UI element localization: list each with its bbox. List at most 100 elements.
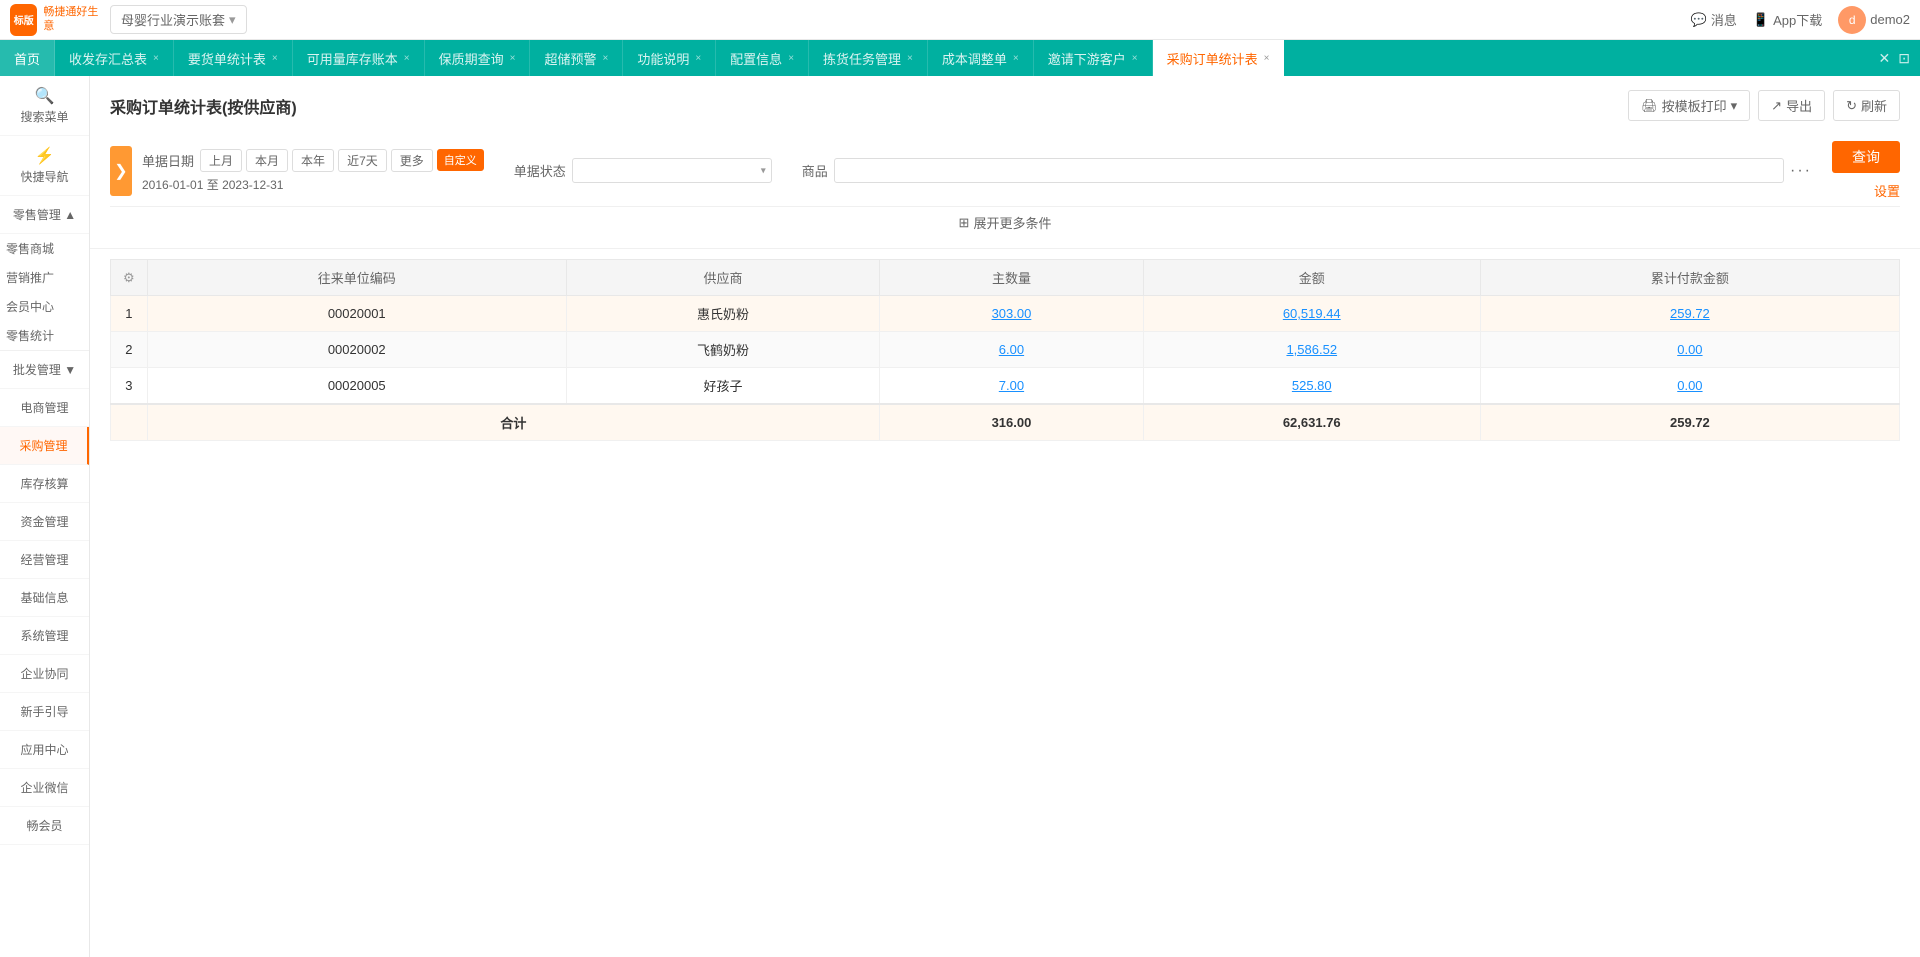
print-btn[interactable]: 🖨 按模板打印 ▾ (1628, 90, 1750, 121)
col-settings: ⚙ (111, 260, 148, 296)
sidebar-item-purchase[interactable]: 采购管理 (0, 427, 89, 465)
date-btn-this-year[interactable]: 本年 (292, 149, 334, 172)
tab-picking-task-close[interactable]: × (907, 53, 913, 64)
refresh-label: 刷新 (1861, 96, 1887, 115)
tab-picking-task-label: 拣货任务管理 (823, 49, 901, 68)
date-btn-more[interactable]: 更多 (391, 149, 433, 172)
logo-area: 标版 畅捷通好生意 (10, 4, 100, 36)
date-btn-custom[interactable]: 自定义 (437, 149, 484, 171)
sidebar-item-app-center[interactable]: 应用中心 (0, 731, 89, 769)
tab-cost-adjust[interactable]: 成本调整单 × (928, 40, 1034, 76)
sidebar-item-vip[interactable]: 畅会员 (0, 807, 89, 845)
qty-link-1[interactable]: 303.00 (992, 306, 1032, 321)
settings-link[interactable]: 设置 (1832, 181, 1900, 200)
tab-invite-downstream-close[interactable]: × (1132, 53, 1138, 64)
tab-cost-adjust-close[interactable]: × (1013, 53, 1019, 64)
tab-purchase-summary-label: 要货单统计表 (188, 49, 266, 68)
logo-icon: 标版 (10, 4, 37, 36)
date-btn-this-month[interactable]: 本月 (246, 149, 288, 172)
sidebar-item-sys-mgmt[interactable]: 系统管理 (0, 617, 89, 655)
paid-link-3[interactable]: 0.00 (1677, 378, 1702, 393)
tab-purchase-order-summary-close[interactable]: × (1264, 53, 1270, 64)
sidebar-sub-retail-mall[interactable]: 零售商城 (0, 234, 89, 263)
sidebar-item-enterprise-collab[interactable]: 企业协同 (0, 655, 89, 693)
tab-overstock-warning-close[interactable]: × (602, 53, 608, 64)
maximize-tab-btn[interactable]: ⊡ (1898, 50, 1910, 67)
tab-receive-summary-close[interactable]: × (153, 53, 159, 64)
row-qty-1: 303.00 (880, 296, 1144, 332)
sidebar-item-basic-info[interactable]: 基础信息 (0, 579, 89, 617)
tab-overstock-warning[interactable]: 超储预警 × (530, 40, 623, 76)
table-row: 3 00020005 好孩子 7.00 525.80 0.00 (111, 368, 1900, 405)
tab-config-info[interactable]: 配置信息 × (716, 40, 809, 76)
sidebar-sub-retail-stats[interactable]: 零售统计 (0, 321, 89, 350)
refresh-btn[interactable]: ↻ 刷新 (1833, 90, 1900, 121)
amount-link-1[interactable]: 60,519.44 (1283, 306, 1341, 321)
filter-expand-arrow[interactable]: ❯ (110, 146, 132, 196)
status-select[interactable] (572, 158, 772, 183)
tab-function-desc-close[interactable]: × (695, 53, 701, 64)
row-paid-3: 0.00 (1480, 368, 1899, 405)
tab-invite-downstream[interactable]: 邀请下游客户 × (1034, 40, 1153, 76)
user-profile[interactable]: d demo2 (1838, 6, 1910, 34)
tab-expiry-query[interactable]: 保质期查询 × (425, 40, 531, 76)
sidebar-sub-marketing[interactable]: 营销推广 (0, 263, 89, 292)
tab-expiry-query-close[interactable]: × (510, 53, 516, 64)
sidebar-quick-nav[interactable]: ⚡ 快捷导航 (0, 136, 89, 196)
amount-link-3[interactable]: 525.80 (1292, 378, 1332, 393)
column-settings-icon[interactable]: ⚙ (123, 270, 135, 285)
amount-link-2[interactable]: 1,586.52 (1286, 342, 1337, 357)
date-btn-7days[interactable]: 近7天 (338, 149, 387, 172)
goods-more-btn[interactable]: ··· (1790, 162, 1812, 180)
col-unit-code: 往来单位编码 (147, 260, 566, 296)
quick-nav-icon: ⚡ (6, 146, 83, 166)
qty-link-3[interactable]: 7.00 (999, 378, 1024, 393)
status-select-wrapper: ▾ (572, 158, 772, 183)
paid-link-2[interactable]: 0.00 (1677, 342, 1702, 357)
row-qty-2: 6.00 (880, 332, 1144, 368)
table-wrap: ⚙ 往来单位编码 供应商 主数量 金额 累计付款金额 1 00020001 惠氏… (90, 259, 1920, 461)
store-selector[interactable]: 母婴行业演示账套 ▾ (110, 5, 247, 34)
sidebar-item-retail-mgmt[interactable]: 零售管理 ▲ (0, 196, 89, 234)
tab-invite-downstream-label: 邀请下游客户 (1048, 49, 1126, 68)
export-btn[interactable]: ↗ 导出 (1758, 90, 1825, 121)
logo-text: 畅捷通好生意 (43, 6, 100, 32)
row-amount-3: 525.80 (1143, 368, 1480, 405)
tab-config-info-close[interactable]: × (788, 53, 794, 64)
avatar-text: d (1849, 13, 1856, 27)
expand-conditions-btn[interactable]: ⊞ 展开更多条件 (110, 206, 1900, 238)
sidebar-search[interactable]: 🔍 搜索菜单 (0, 76, 89, 136)
close-tab-btn[interactable]: ✕ (1879, 50, 1891, 67)
sidebar-sub-member[interactable]: 会员中心 (0, 292, 89, 321)
sidebar-item-new-guide[interactable]: 新手引导 (0, 693, 89, 731)
col-qty: 主数量 (880, 260, 1144, 296)
query-btn[interactable]: 查询 (1832, 141, 1900, 173)
message-btn[interactable]: 💬 消息 (1691, 10, 1737, 29)
tab-receive-summary[interactable]: 收发存汇总表 × (55, 40, 174, 76)
qty-link-2[interactable]: 6.00 (999, 342, 1024, 357)
sidebar-item-wholesale[interactable]: 批发管理 ▼ (0, 351, 89, 389)
row-code-2: 00020002 (147, 332, 566, 368)
tab-available-inventory[interactable]: 可用量库存账本 × (293, 40, 425, 76)
tab-purchase-summary[interactable]: 要货单统计表 × (174, 40, 293, 76)
app-download-btn[interactable]: 📱 App下载 (1753, 10, 1822, 29)
sidebar-item-finance[interactable]: 资金管理 (0, 503, 89, 541)
date-to: 2023-12-31 (222, 178, 283, 192)
tab-purchase-order-summary[interactable]: 采购订单统计表 × (1153, 40, 1285, 76)
sidebar-item-enterprise-wechat[interactable]: 企业微信 (0, 769, 89, 807)
tab-function-desc[interactable]: 功能说明 × (623, 40, 716, 76)
paid-link-1[interactable]: 259.72 (1670, 306, 1710, 321)
tab-purchase-order-summary-label: 采购订单统计表 (1167, 49, 1258, 68)
sidebar-item-operations[interactable]: 经营管理 (0, 541, 89, 579)
tab-home[interactable]: 首页 (0, 40, 55, 76)
sidebar-item-inventory[interactable]: 库存核算 (0, 465, 89, 503)
tab-purchase-summary-close[interactable]: × (272, 53, 278, 64)
tab-available-inventory-close[interactable]: × (404, 53, 410, 64)
sidebar-item-ecommerce[interactable]: 电商管理 (0, 389, 89, 427)
store-dropdown-icon: ▾ (229, 12, 236, 28)
date-btn-last-month[interactable]: 上月 (200, 149, 242, 172)
goods-input[interactable] (834, 158, 1784, 183)
tab-expiry-query-label: 保质期查询 (439, 49, 504, 68)
main-layout: 🔍 搜索菜单 ⚡ 快捷导航 零售管理 ▲ 零售商城 营销推广 会员中心 零售统计… (0, 76, 1920, 957)
tab-picking-task[interactable]: 拣货任务管理 × (809, 40, 928, 76)
